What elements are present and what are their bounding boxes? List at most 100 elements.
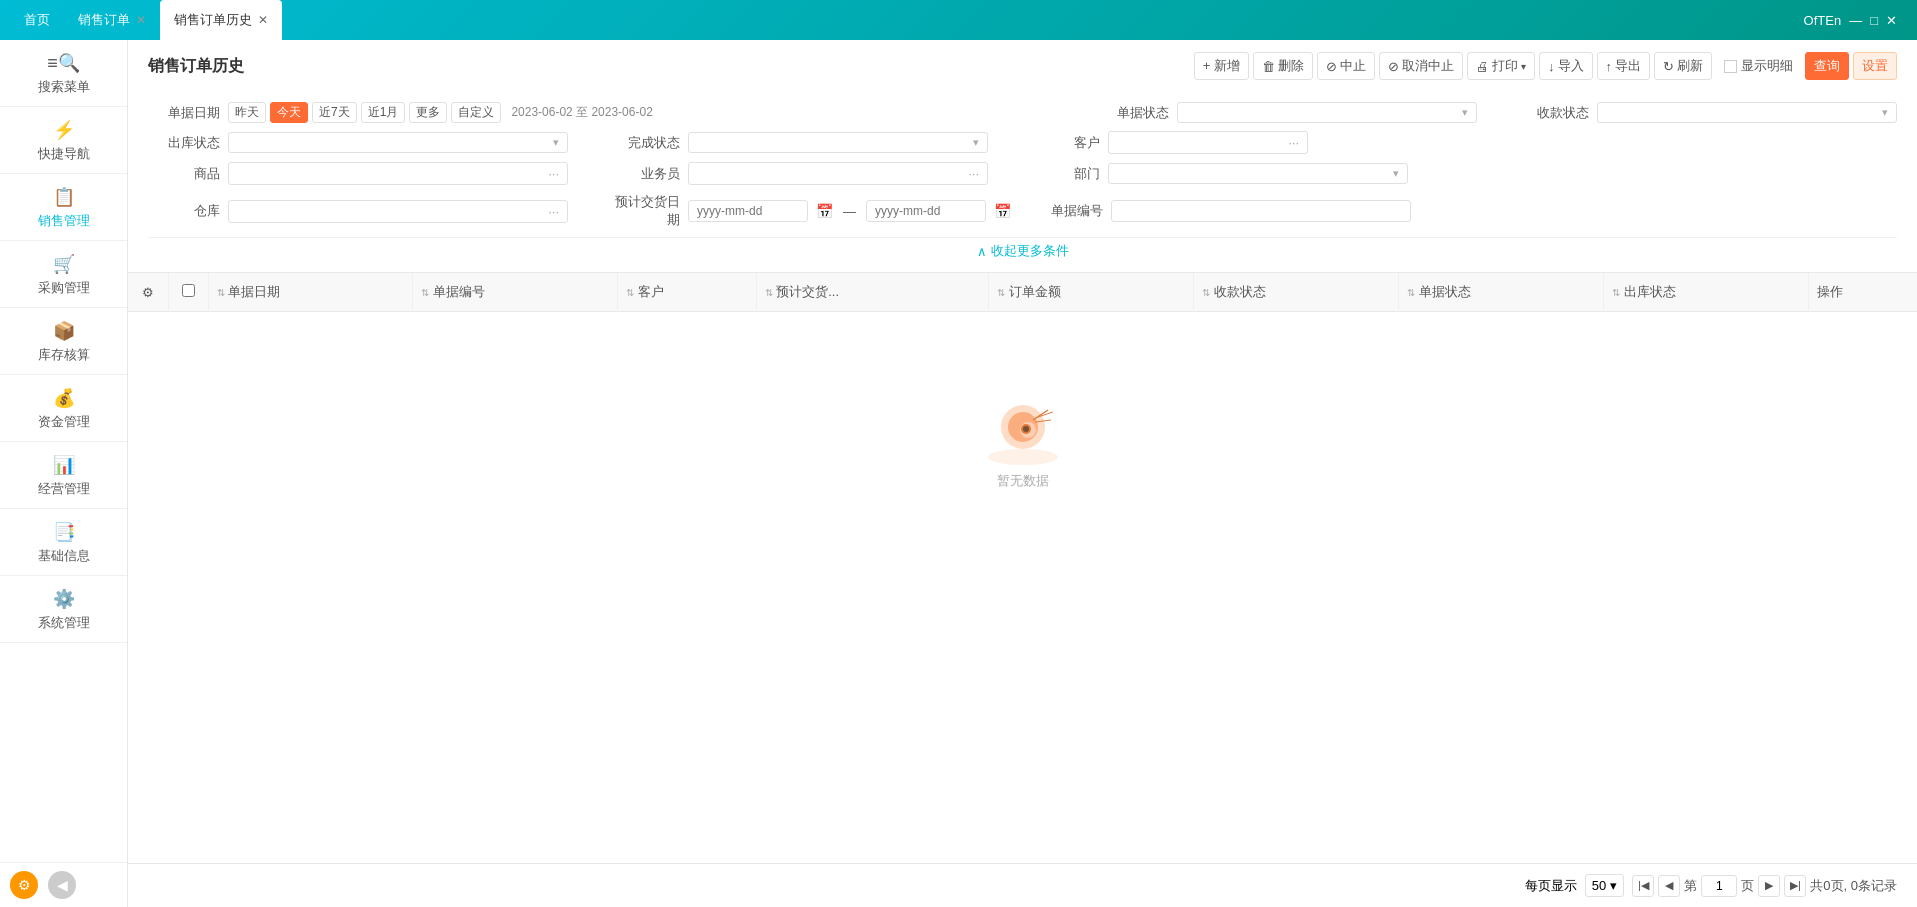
query-button[interactable]: 查询: [1805, 52, 1849, 80]
bill-no-input[interactable]: [1111, 200, 1411, 222]
tab-sales-order-history-label: 销售订单历史: [174, 11, 252, 29]
window-maximize-btn[interactable]: □: [1870, 13, 1878, 28]
settings-gear-icon[interactable]: ⚙: [142, 285, 154, 300]
calendar-start-icon[interactable]: 📅: [816, 203, 833, 219]
first-page-btn[interactable]: |◀: [1632, 875, 1654, 897]
sidebar-item-sales-mgmt-label: 销售管理: [38, 212, 90, 230]
customer-input[interactable]: ···: [1108, 131, 1308, 154]
th-out-status-label: 出库状态: [1624, 284, 1676, 299]
purchase-mgmt-icon: 🛒: [53, 253, 75, 275]
refresh-button[interactable]: ↻ 刷新: [1654, 52, 1712, 80]
sidebar-item-basic-info[interactable]: 📑 基础信息: [0, 509, 127, 576]
last-page-btn[interactable]: ▶|: [1784, 875, 1806, 897]
basic-info-icon: 📑: [53, 521, 75, 543]
complete-status-label: 完成状态: [608, 134, 688, 152]
export-button[interactable]: ↑ 导出: [1597, 52, 1651, 80]
expected-date-start[interactable]: [688, 200, 808, 222]
sidebar-item-basic-info-label: 基础信息: [38, 547, 90, 565]
next-page-btn[interactable]: ▶: [1758, 875, 1780, 897]
th-bill-status[interactable]: ⇅ 单据状态: [1399, 273, 1604, 312]
table-container: ⚙ ⇅ 单据日期 ⇅ 单据编号: [128, 273, 1917, 863]
salesman-input[interactable]: ···: [688, 162, 988, 185]
complete-status-select[interactable]: ▾: [688, 132, 988, 153]
page-label-prefix: 第: [1684, 877, 1697, 895]
out-status-select[interactable]: ▾: [228, 132, 568, 153]
sidebar-item-search-menu[interactable]: ≡🔍 搜索菜单: [0, 40, 127, 107]
sidebar-item-sales-mgmt[interactable]: 📋 销售管理: [0, 174, 127, 241]
sidebar-settings-icon[interactable]: ⚙: [10, 871, 38, 899]
display-columns-toggle[interactable]: 显示明细: [1716, 53, 1801, 79]
expected-date-end[interactable]: [866, 200, 986, 222]
stop-button[interactable]: ⊘ 中止: [1317, 52, 1375, 80]
content-area: 销售订单历史 + 新增 🗑 删除 ⊘ 中止 ⊘ 取消中止: [128, 40, 1917, 907]
tab-sales-order-close[interactable]: ✕: [136, 13, 146, 27]
th-settings[interactable]: ⚙: [128, 273, 168, 312]
bill-status-select[interactable]: ▾: [1177, 102, 1477, 123]
window-minimize-btn[interactable]: —: [1849, 13, 1862, 28]
sidebar-collapse-icon[interactable]: ◀: [48, 871, 76, 899]
more-btn[interactable]: 更多: [409, 102, 447, 123]
warehouse-input[interactable]: ···: [228, 200, 568, 223]
th-bill-date[interactable]: ⇅ 单据日期: [208, 273, 413, 312]
yesterday-btn[interactable]: 昨天: [228, 102, 266, 123]
salesman-label: 业务员: [608, 165, 688, 183]
tab-sales-order-history-close[interactable]: ✕: [258, 13, 268, 27]
per-page-select[interactable]: 50 ▾: [1585, 874, 1624, 897]
sidebar-item-quick-nav[interactable]: ⚡ 快捷导航: [0, 107, 127, 174]
sort-icon-receipt-status: ⇅: [1202, 287, 1210, 298]
tab-sales-order[interactable]: 销售订单 ✕: [64, 0, 160, 40]
select-all-checkbox[interactable]: [182, 284, 195, 297]
sort-icon-bill-date: ⇅: [217, 287, 225, 298]
per-page-chevron-icon: ▾: [1610, 878, 1617, 893]
th-customer[interactable]: ⇅ 客户: [618, 273, 757, 312]
tab-sales-order-label: 销售订单: [78, 11, 130, 29]
sidebar-item-purchase-mgmt[interactable]: 🛒 采购管理: [0, 241, 127, 308]
receipt-status-select[interactable]: ▾: [1597, 102, 1897, 123]
th-order-amount[interactable]: ⇅ 订单金额: [989, 273, 1194, 312]
import-button[interactable]: ↓ 导入: [1539, 52, 1593, 80]
last7-btn[interactable]: 近7天: [312, 102, 357, 123]
th-bill-no[interactable]: ⇅ 单据编号: [413, 273, 618, 312]
th-expected-delivery[interactable]: ⇅ 预计交货...: [756, 273, 989, 312]
prev-page-btn[interactable]: ◀: [1658, 875, 1680, 897]
th-receipt-status[interactable]: ⇅ 收款状态: [1194, 273, 1399, 312]
inventory-icon: 📦: [53, 320, 75, 342]
out-status-label: 出库状态: [148, 134, 228, 152]
today-btn[interactable]: 今天: [270, 102, 308, 123]
calendar-end-icon[interactable]: 📅: [994, 203, 1011, 219]
page-title-row: 销售订单历史 + 新增 🗑 删除 ⊘ 中止 ⊘ 取消中止: [148, 52, 1897, 80]
sort-icon-order-amount: ⇅: [997, 287, 1005, 298]
page-header: 销售订单历史 + 新增 🗑 删除 ⊘ 中止 ⊘ 取消中止: [128, 40, 1917, 273]
print-button[interactable]: 🖨 打印 ▾: [1467, 52, 1535, 80]
window-close-btn[interactable]: ✕: [1886, 13, 1897, 28]
last1m-btn[interactable]: 近1月: [361, 102, 406, 123]
department-select[interactable]: ▾: [1108, 163, 1408, 184]
sys-mgmt-icon: ⚙️: [53, 588, 75, 610]
sort-icon-customer: ⇅: [626, 287, 634, 298]
delete-button[interactable]: 🗑 删除: [1253, 52, 1313, 80]
sidebar-item-sys-mgmt[interactable]: ⚙️ 系统管理: [0, 576, 127, 643]
sidebar-item-operations[interactable]: 📊 经营管理: [0, 442, 127, 509]
collapse-bar[interactable]: ∧ 收起更多条件: [148, 237, 1897, 264]
page-number-input[interactable]: [1701, 875, 1737, 897]
sidebar-item-inventory[interactable]: 📦 库存核算: [0, 308, 127, 375]
sidebar-item-finance[interactable]: 💰 资金管理: [0, 375, 127, 442]
page-label-suffix: 页: [1741, 877, 1754, 895]
display-columns-checkbox[interactable]: [1724, 60, 1737, 73]
table-header-row: ⚙ ⇅ 单据日期 ⇅ 单据编号: [128, 273, 1917, 312]
empty-illustration: [973, 392, 1073, 472]
new-button[interactable]: + 新增: [1194, 52, 1249, 80]
custom-btn[interactable]: 自定义: [451, 102, 501, 123]
goods-input[interactable]: ···: [228, 162, 568, 185]
settings-button[interactable]: 设置: [1853, 52, 1897, 80]
th-checkbox[interactable]: [168, 273, 208, 312]
cancel-stop-button[interactable]: ⊘ 取消中止: [1379, 52, 1463, 80]
tab-sales-order-history[interactable]: 销售订单历史 ✕: [160, 0, 282, 40]
tab-home[interactable]: 首页: [10, 0, 64, 40]
date-range-text: 2023-06-02 至 2023-06-02: [511, 104, 652, 121]
sidebar-item-purchase-mgmt-label: 采购管理: [38, 279, 90, 297]
toolbar: + 新增 🗑 删除 ⊘ 中止 ⊘ 取消中止 🖨: [1194, 52, 1897, 80]
expected-date-label: 预计交货日期: [608, 193, 688, 229]
stop-button-label: 中止: [1340, 57, 1366, 75]
th-out-status[interactable]: ⇅ 出库状态: [1604, 273, 1809, 312]
